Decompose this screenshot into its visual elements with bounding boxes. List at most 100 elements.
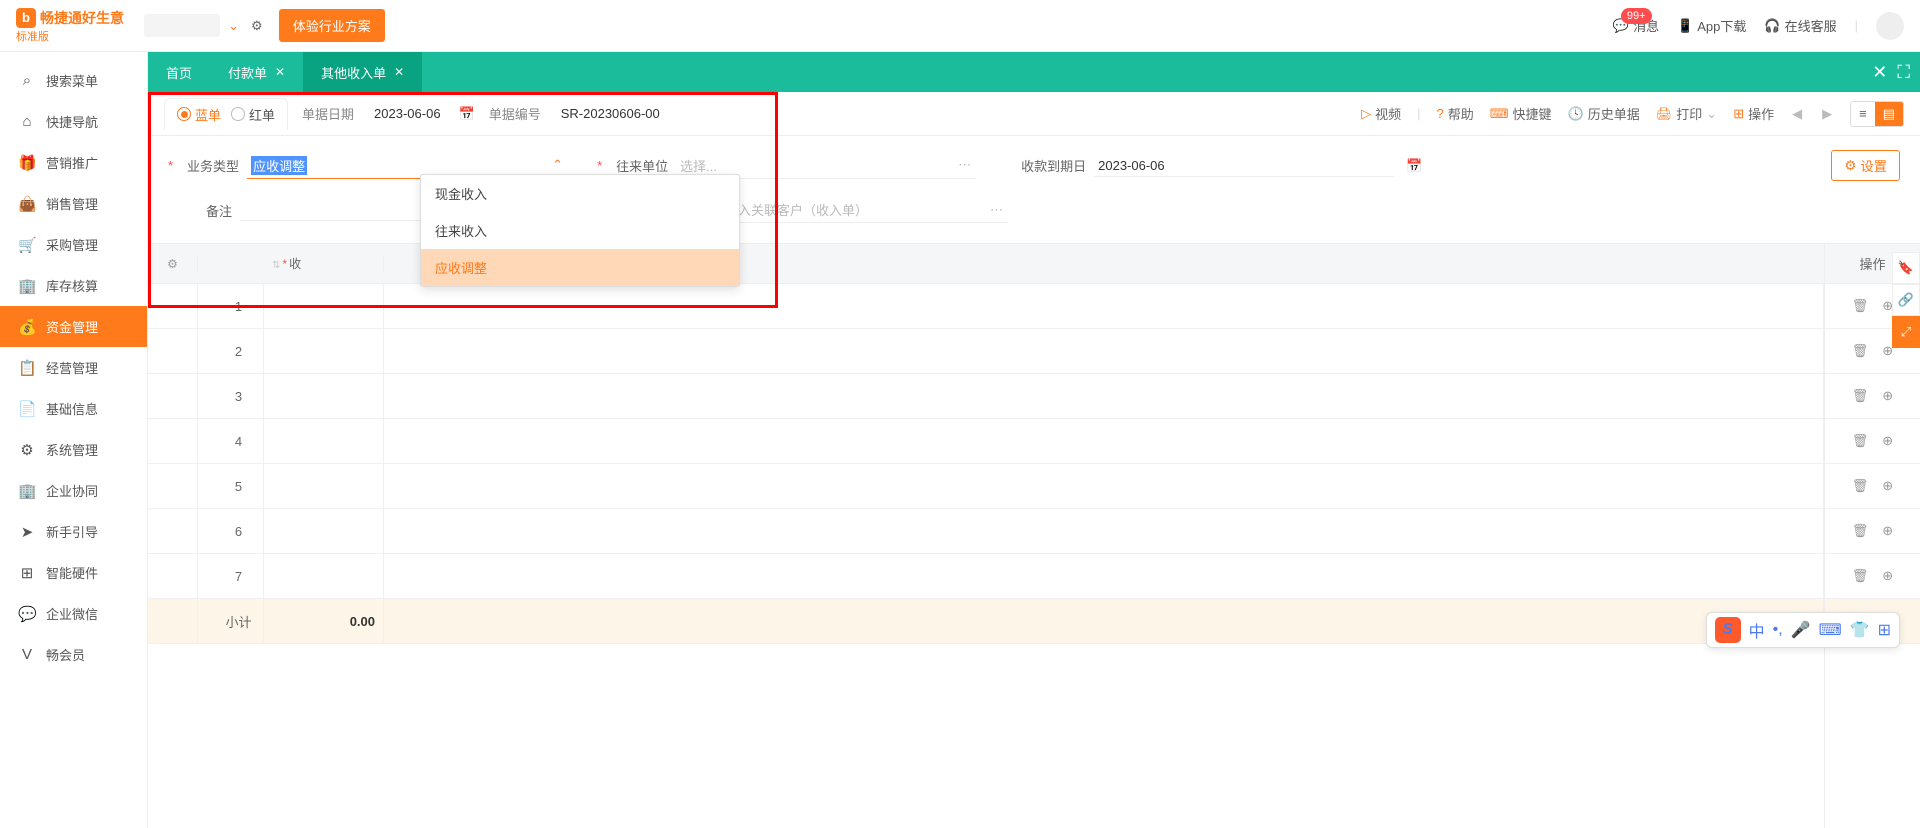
print-button[interactable]: 🖨打印⌄ bbox=[1656, 104, 1717, 123]
delete-icon[interactable]: 🗑 bbox=[1852, 523, 1869, 539]
delete-icon[interactable]: 🗑 bbox=[1852, 568, 1869, 584]
edge-expand-icon[interactable]: ⤢ bbox=[1892, 316, 1920, 348]
dropdown-item[interactable]: 往来收入 bbox=[421, 212, 739, 249]
logo-icon: b bbox=[16, 8, 36, 28]
sidebar-icon: ⌂ bbox=[18, 113, 36, 130]
tabs-close-all-icon[interactable]: ✕ bbox=[1872, 62, 1887, 83]
tab-label: 其他收入单 bbox=[321, 63, 386, 82]
main: 首页付款单✕其他收入单✕ ✕ ⛶ 蓝单 红单 单据日期 2023-06-06 📅… bbox=[148, 52, 1920, 828]
ops-button[interactable]: ⊞操作 bbox=[1733, 104, 1774, 123]
add-icon[interactable]: ⊕ bbox=[1882, 478, 1893, 494]
delete-icon[interactable]: 🗑 bbox=[1852, 298, 1869, 314]
help-button[interactable]: ?帮助 bbox=[1437, 104, 1474, 123]
calendar-icon[interactable]: 📅 bbox=[1406, 158, 1422, 174]
messages-button[interactable]: 💬 消息 99+ bbox=[1613, 16, 1659, 35]
logo-text: 畅捷通好生意 bbox=[40, 8, 124, 28]
doc-date-value[interactable]: 2023-06-06 bbox=[374, 106, 441, 121]
sidebar-icon: ⌕ bbox=[18, 72, 36, 89]
ime-lang[interactable]: 中 bbox=[1749, 618, 1765, 642]
ime-logo-icon[interactable]: S bbox=[1715, 617, 1741, 643]
view-card-icon[interactable]: ▤ bbox=[1875, 102, 1903, 126]
settings-gear-icon[interactable]: ⚙ bbox=[251, 18, 263, 34]
due-date-input[interactable]: 2023-06-06 bbox=[1094, 155, 1394, 177]
calendar-icon[interactable]: 📅 bbox=[459, 106, 475, 122]
delete-icon[interactable]: 🗑 bbox=[1852, 388, 1869, 404]
sidebar-icon: ⊞ bbox=[18, 564, 36, 582]
add-icon[interactable]: ⊕ bbox=[1882, 433, 1893, 449]
edge-link-icon[interactable]: 🔗 bbox=[1892, 284, 1920, 316]
tab[interactable]: 首页 bbox=[148, 52, 210, 92]
tab-close-icon[interactable]: ✕ bbox=[394, 65, 404, 79]
delete-icon[interactable]: 🗑 bbox=[1852, 433, 1869, 449]
table-row[interactable]: 3 bbox=[148, 374, 1824, 419]
ime-mic-icon[interactable]: 🎤 bbox=[1791, 620, 1811, 640]
video-button[interactable]: ▷视频 bbox=[1361, 104, 1401, 123]
prev-doc-icon[interactable]: ◀ bbox=[1790, 106, 1804, 122]
sidebar-item[interactable]: ➤新手引导 bbox=[0, 511, 147, 552]
ime-punct-icon[interactable]: •, bbox=[1773, 621, 1783, 639]
tab-label: 付款单 bbox=[228, 63, 267, 82]
sidebar-icon: 👜 bbox=[18, 195, 36, 213]
sidebar-item[interactable]: 📄基础信息 bbox=[0, 388, 147, 429]
table-row[interactable]: 6 bbox=[148, 509, 1824, 554]
sidebar-icon: 🛒 bbox=[18, 236, 36, 254]
tab[interactable]: 其他收入单 ✕ bbox=[303, 52, 422, 92]
next-doc-icon[interactable]: ▶ bbox=[1820, 106, 1834, 122]
sidebar-item[interactable]: ⊞智能硬件 bbox=[0, 552, 147, 593]
tabs-right: ✕ ⛶ bbox=[1862, 52, 1920, 92]
delete-icon[interactable]: 🗑 bbox=[1852, 478, 1869, 494]
sidebar-item[interactable]: 💬企业微信 bbox=[0, 593, 147, 634]
sidebar-item[interactable]: 🛒采购管理 bbox=[0, 224, 147, 265]
org-caret-icon[interactable]: ⌄ bbox=[228, 18, 239, 34]
table-row[interactable]: 1 bbox=[148, 284, 1824, 329]
rel-customer-input[interactable]: 请输入关联客户（收入单） ⋯ bbox=[708, 197, 1008, 223]
sidebar-item[interactable]: 💰资金管理 bbox=[0, 306, 147, 347]
ime-keyboard-icon[interactable]: ⌨ bbox=[1819, 620, 1842, 640]
add-icon[interactable]: ⊕ bbox=[1882, 388, 1893, 404]
sidebar-item[interactable]: V畅会员 bbox=[0, 634, 147, 675]
ime-menu-icon[interactable]: ⊞ bbox=[1878, 620, 1891, 640]
customer-service-button[interactable]: 🎧 在线客服 bbox=[1764, 16, 1836, 35]
dropdown-item[interactable]: 现金收入 bbox=[421, 175, 739, 212]
delete-icon[interactable]: 🗑 bbox=[1852, 343, 1869, 359]
dropdown-item[interactable]: 应收调整 bbox=[421, 249, 739, 286]
table-row[interactable]: 4 bbox=[148, 419, 1824, 464]
table-row[interactable]: 2 bbox=[148, 329, 1824, 374]
add-icon[interactable]: ⊕ bbox=[1882, 523, 1893, 539]
add-icon[interactable]: ⊕ bbox=[1882, 568, 1893, 584]
radio-red[interactable]: 红单 bbox=[231, 105, 275, 124]
org-selector[interactable] bbox=[144, 14, 220, 37]
ime-skin-icon[interactable]: 👕 bbox=[1850, 620, 1870, 640]
table-row[interactable]: 7 bbox=[148, 554, 1824, 599]
sidebar-item[interactable]: 📋经营管理 bbox=[0, 347, 147, 388]
history-button[interactable]: 🕓历史单据 bbox=[1568, 104, 1640, 123]
edge-tag-icon[interactable]: 🔖 bbox=[1892, 252, 1920, 284]
sidebar-icon: 🏢 bbox=[18, 482, 36, 500]
tabs-expand-icon[interactable]: ⛶ bbox=[1897, 62, 1910, 83]
settings-button[interactable]: ⚙设置 bbox=[1831, 150, 1900, 181]
sidebar-item[interactable]: 🏢企业协同 bbox=[0, 470, 147, 511]
subtotal-row: 小计0.00 bbox=[148, 599, 1824, 644]
sidebar-item[interactable]: ⌂快捷导航 bbox=[0, 101, 147, 142]
avatar[interactable] bbox=[1876, 12, 1904, 40]
more-icon[interactable]: ⋯ bbox=[990, 202, 1004, 218]
col-amount[interactable]: ⇅*收 bbox=[264, 255, 384, 272]
more-icon[interactable]: ⋯ bbox=[958, 157, 972, 173]
view-list-icon[interactable]: ≡ bbox=[1851, 102, 1875, 126]
radio-blue[interactable]: 蓝单 bbox=[177, 105, 221, 124]
shortcut-button[interactable]: ⌨快捷键 bbox=[1490, 104, 1552, 123]
tab[interactable]: 付款单 ✕ bbox=[210, 52, 303, 92]
sidebar-icon: ➤ bbox=[18, 523, 36, 541]
table-row[interactable]: 5 bbox=[148, 464, 1824, 509]
app-download-button[interactable]: 📱 App下载 bbox=[1677, 16, 1746, 35]
sidebar-item[interactable]: ⚙系统管理 bbox=[0, 429, 147, 470]
tab-close-icon[interactable]: ✕ bbox=[275, 65, 285, 79]
logo-subtitle: 标准版 bbox=[16, 28, 124, 44]
sidebar-item[interactable]: ⌕搜索菜单 bbox=[0, 60, 147, 101]
table-settings-icon[interactable]: ⚙ bbox=[148, 257, 198, 271]
sidebar-item[interactable]: 🎁营销推广 bbox=[0, 142, 147, 183]
sidebar-item[interactable]: 👜销售管理 bbox=[0, 183, 147, 224]
sidebar-item[interactable]: 🏢库存核算 bbox=[0, 265, 147, 306]
sidebar-icon: ⚙ bbox=[18, 441, 36, 459]
cta-button[interactable]: 体验行业方案 bbox=[279, 9, 385, 42]
